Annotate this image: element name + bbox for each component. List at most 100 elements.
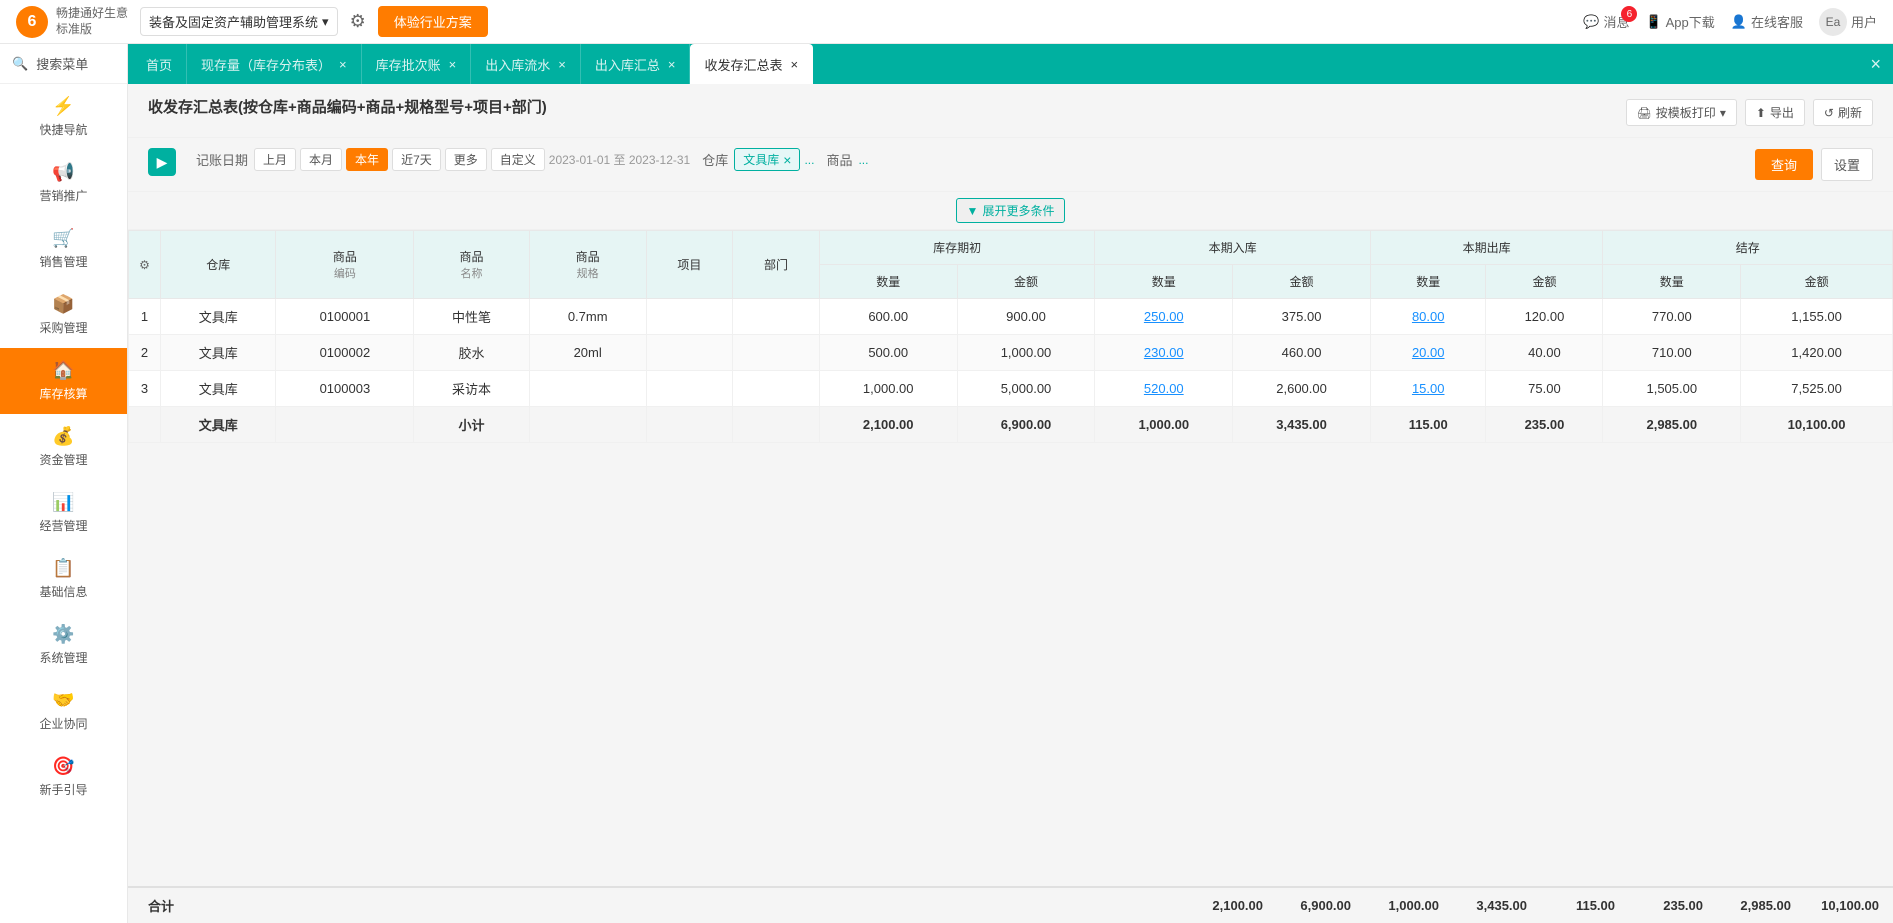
sidebar: 🔍 搜索菜单 ⚡ 快捷导航 📢 营销推广 🛒 销售管理 📦 采购管理 🏠 库存核… [0,44,128,923]
cell-department [733,407,820,443]
tab-close-inout-summary[interactable]: × [668,57,676,72]
table-row: 文具库 小计 2,100.00 6,900.00 1,000.00 3,435.… [129,407,1893,443]
user-area[interactable]: Ea 用户 [1819,8,1877,36]
sidebar-item-sales[interactable]: 🛒 销售管理 [0,216,127,282]
cell-close-qty: 2,985.00 [1603,407,1741,443]
sidebar-item-system[interactable]: ⚙️ 系统管理 [0,612,127,678]
sidebar-item-operations[interactable]: 📊 经营管理 [0,480,127,546]
expand-conditions-button[interactable]: ▼ 展开更多条件 [956,198,1066,223]
tab-close-stock-dist[interactable]: × [339,57,347,72]
date-btn-last-month[interactable]: 上月 [254,148,296,171]
online-service-button[interactable]: 👤 在线客服 [1731,12,1803,31]
top-header: 6 畅捷通好生意 标准版 装备及固定资产辅助管理系统 ▾ ⚙ 体验行业方案 💬 … [0,0,1893,44]
footer-values: 2,100.00 6,900.00 1,000.00 3,435.00 115.… [558,898,1893,913]
cell-out-amount: 40.00 [1486,335,1603,371]
cell-out-amount: 120.00 [1486,299,1603,335]
settings-filter-button[interactable]: 设置 [1821,148,1873,181]
cell-in-qty[interactable]: 230.00 [1095,335,1233,371]
cell-index: 3 [129,371,161,407]
cell-out-qty[interactable]: 20.00 [1370,335,1486,371]
col-close-amount: 金额 [1741,265,1893,299]
cell-out-qty: 115.00 [1370,407,1486,443]
corp-icon: 🤝 [52,690,74,711]
date-btn-7days[interactable]: 近7天 [392,148,441,171]
tab-close-recv-send[interactable]: × [790,57,798,72]
sidebar-label-inventory: 库存核算 [39,385,87,402]
cell-project [646,335,733,371]
date-options: 上月 本月 本年 近7天 更多 自定义 [254,148,545,171]
cell-in-amount: 3,435.00 [1233,407,1371,443]
cell-in-qty[interactable]: 520.00 [1095,371,1233,407]
print-button[interactable]: 🖨 按模板打印 ▾ [1626,99,1737,126]
message-button[interactable]: 💬 消息 6 [1583,12,1629,31]
quick-nav-icon: ⚡ [52,96,74,117]
tab-close-inout-flow[interactable]: × [558,57,566,72]
sidebar-item-quick-nav[interactable]: ⚡ 快捷导航 [0,84,127,150]
finance-icon: 💰 [52,426,74,447]
table-settings-col[interactable]: ⚙ [129,231,161,299]
cell-product-name: 小计 [414,407,529,443]
footer-in-qty: 1,000.00 [1361,898,1449,913]
date-btn-custom[interactable]: 自定义 [491,148,545,171]
system-icon: ⚙️ [52,624,74,645]
sidebar-label-operations: 经营管理 [39,517,87,534]
tab-inout-flow[interactable]: 出入库流水 × [471,44,581,84]
tab-stock-dist[interactable]: 现存量（库存分布表） × [187,44,362,84]
date-btn-this-year[interactable]: 本年 [346,148,388,171]
cell-in-qty[interactable]: 250.00 [1095,299,1233,335]
col-in-qty: 数量 [1095,265,1233,299]
product-more-button[interactable]: ... [858,153,868,167]
sidebar-label-marketing: 营销推广 [39,187,87,204]
chevron-down-icon: ▾ [322,14,329,30]
sidebar-item-purchase[interactable]: 📦 采购管理 [0,282,127,348]
guide-icon: 🎯 [52,756,74,777]
query-button[interactable]: 查询 [1755,149,1813,180]
date-btn-this-month[interactable]: 本月 [300,148,342,171]
tab-batch[interactable]: 库存批次账 × [362,44,472,84]
warehouse-more-button[interactable]: ... [804,153,814,167]
warehouse-tag[interactable]: 文具库 × [734,148,800,171]
message-icon: 💬 [1583,14,1599,30]
cell-close-amount: 7,525.00 [1741,371,1893,407]
search-menu-item[interactable]: 🔍 搜索菜单 [0,44,127,84]
col-project: 项目 [646,231,733,299]
filter-row: ▶ 记账日期 上月 本月 本年 近7天 更多 自定义 [128,138,1893,192]
sidebar-item-guide[interactable]: 🎯 新手引导 [0,744,127,810]
page-title: 收发存汇总表(按仓库+商品编码+商品+规格型号+项目+部门) [148,96,547,117]
cell-project [646,299,733,335]
refresh-button[interactable]: ↺ 刷新 [1813,99,1873,126]
sidebar-item-marketing[interactable]: 📢 营销推广 [0,150,127,216]
col-in-amount: 金额 [1233,265,1371,299]
expand-more-row: ▼ 展开更多条件 [128,192,1893,230]
tab-close-batch[interactable]: × [449,57,457,72]
cell-out-qty[interactable]: 15.00 [1370,371,1486,407]
cell-department [733,335,820,371]
sidebar-item-inventory[interactable]: 🏠 库存核算 [0,348,127,414]
date-btn-more[interactable]: 更多 [445,148,487,171]
trial-button[interactable]: 体验行业方案 [378,6,488,37]
cell-product-name: 胶水 [414,335,529,371]
cell-open-qty: 500.00 [819,335,957,371]
cell-project [646,371,733,407]
warehouse-tag-close[interactable]: × [783,152,791,168]
filter-collapse-button[interactable]: ▶ [148,148,176,176]
sidebar-item-finance[interactable]: 💰 资金管理 [0,414,127,480]
footer-close-amount: 10,100.00 [1801,898,1889,913]
cell-open-amount: 900.00 [957,299,1095,335]
cell-warehouse: 文具库 [161,335,276,371]
tabs-close-all-button[interactable]: × [1862,54,1889,75]
cell-out-qty[interactable]: 80.00 [1370,299,1486,335]
sidebar-label-quick-nav: 快捷导航 [39,121,87,138]
tab-home[interactable]: 首页 [132,44,187,84]
app-download-button[interactable]: 📱 App下载 [1645,12,1714,31]
sidebar-label-purchase: 采购管理 [39,319,87,336]
sidebar-item-basic-info[interactable]: 📋 基础信息 [0,546,127,612]
export-button[interactable]: ⬆ 导出 [1745,99,1805,126]
table-body: 1 文具库 0100001 中性笔 0.7mm 600.00 900.00 25… [129,299,1893,443]
col-close-qty: 数量 [1603,265,1741,299]
tab-recv-send[interactable]: 收发存汇总表 × [690,44,813,84]
tab-inout-summary[interactable]: 出入库汇总 × [581,44,691,84]
settings-icon[interactable]: ⚙ [350,11,366,32]
system-selector[interactable]: 装备及固定资产辅助管理系统 ▾ [140,7,338,36]
sidebar-item-corp[interactable]: 🤝 企业协同 [0,678,127,744]
